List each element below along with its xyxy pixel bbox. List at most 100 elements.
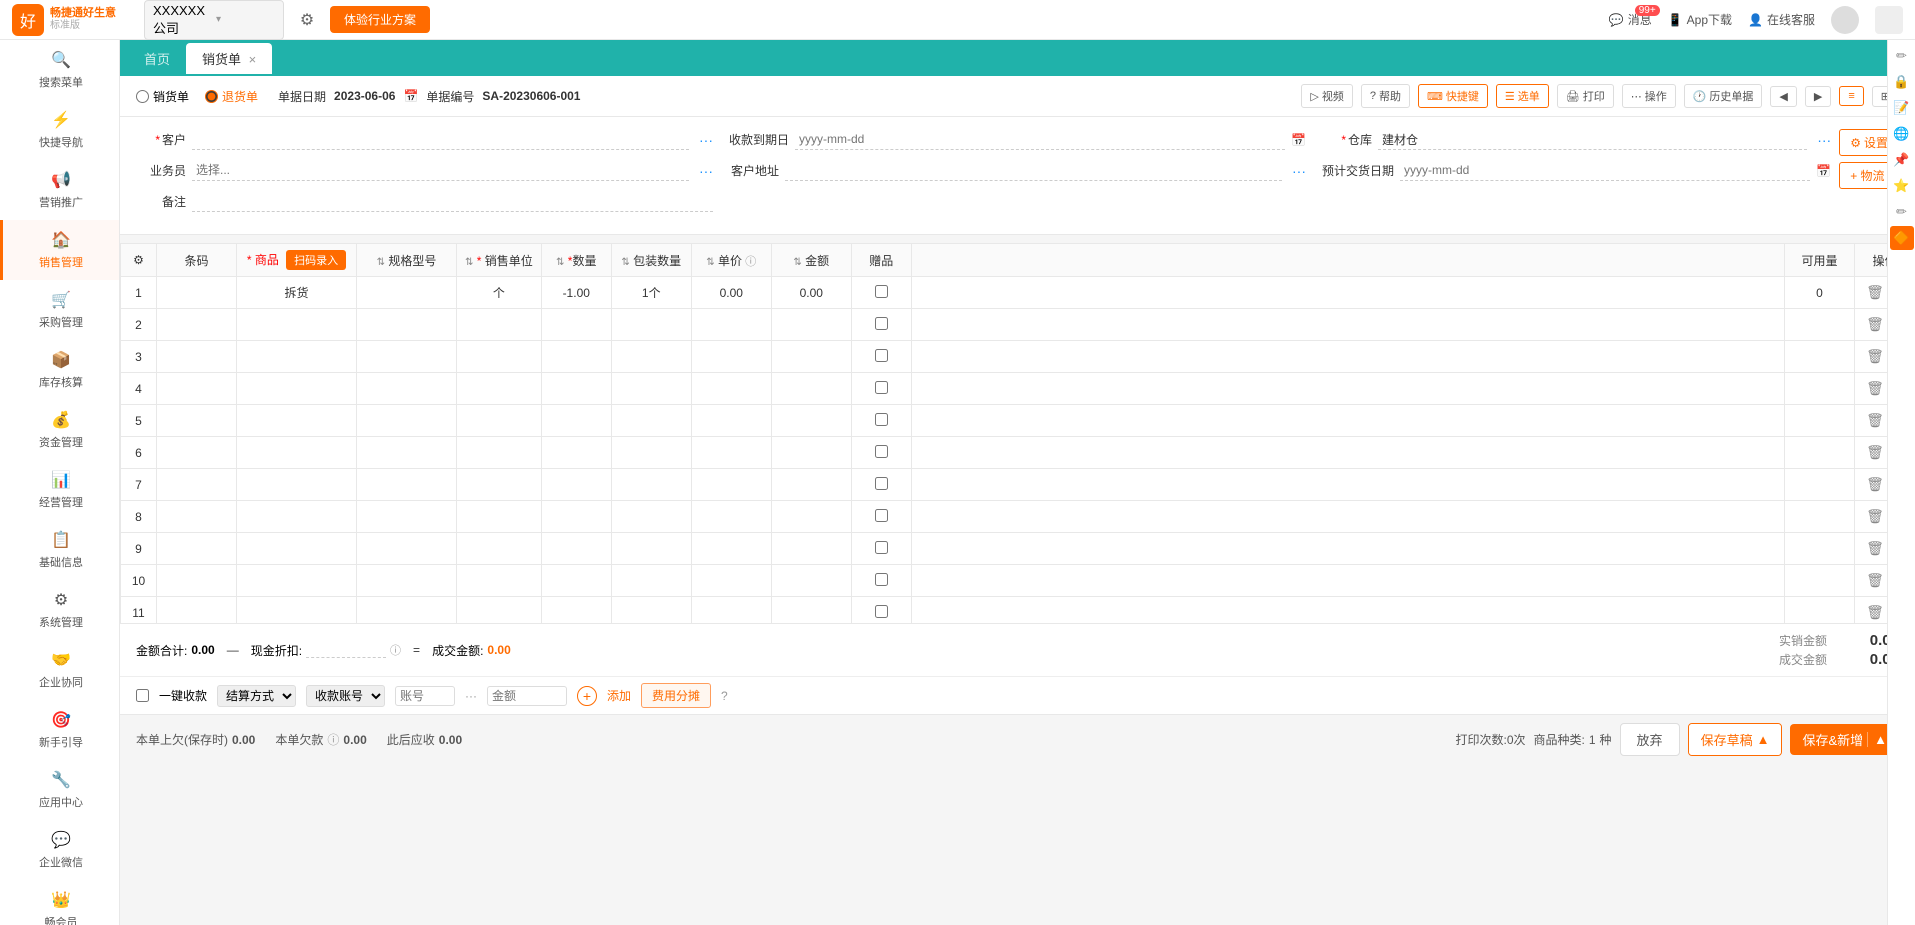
row-unit[interactable] [457,373,542,405]
salesman-picker-icon[interactable]: ··· [699,163,713,179]
toolbar-shortcut[interactable]: ⌨ 快捷键 [1418,84,1488,108]
row-product[interactable] [237,565,357,597]
sidebar-item-operation[interactable]: 📊 经营管理 [0,460,119,520]
row-qty[interactable]: -1.00 [541,277,611,309]
th-config[interactable]: ⚙ [121,244,157,277]
add-payment-btn[interactable]: + [577,686,597,706]
warehouse-picker-icon[interactable]: ··· [1817,132,1831,148]
row-barcode[interactable] [157,277,237,309]
sidebar-item-guide[interactable]: 🎯 新手引导 [0,700,119,760]
row-gift[interactable] [851,565,911,597]
toolbar-history[interactable]: 🕐 历史单据 [1684,84,1763,108]
draft-btn[interactable]: 保存草稿 ▲ [1689,724,1782,755]
row-unit[interactable]: 个 [457,277,542,309]
toolbar-help[interactable]: ? 帮助 [1361,84,1410,108]
row-qty[interactable] [541,565,611,597]
row-product[interactable] [237,341,357,373]
row-barcode[interactable] [157,469,237,501]
user-menu[interactable] [1875,6,1903,34]
address-picker-icon[interactable]: ··· [1292,163,1306,179]
tab-close-icon[interactable]: × [249,52,257,67]
row-qty[interactable] [541,501,611,533]
sidebar-item-purchase[interactable]: 🛒 采购管理 [0,280,119,340]
row-pkg[interactable] [611,597,691,624]
row-qty[interactable] [541,533,611,565]
row-amount[interactable] [771,373,851,405]
row-product[interactable] [237,501,357,533]
account-number-input[interactable] [395,686,455,706]
row-gift[interactable] [851,341,911,373]
row-pkg[interactable] [611,341,691,373]
right-panel-btn-1[interactable]: ✏ [1890,44,1914,68]
row-unit[interactable] [457,437,542,469]
sidebar-item-appstore[interactable]: 🔧 应用中心 [0,760,119,820]
online-support-button[interactable]: 👤 在线客服 [1748,11,1815,28]
settings-icon[interactable]: ⚙ [292,5,322,35]
radio-sale[interactable]: 销货单 [136,88,189,105]
row-gift[interactable] [851,501,911,533]
tab-sale-order[interactable]: 销货单 × [186,43,272,74]
account-select[interactable]: 收款账号 [306,685,385,707]
row-pkg[interactable] [611,565,691,597]
sidebar-item-wechat[interactable]: 💬 企业微信 [0,820,119,880]
row-price[interactable] [691,565,771,597]
row-gift[interactable] [851,309,911,341]
radio-return[interactable]: 退货单 [205,88,258,105]
sidebar-item-quick-nav[interactable]: ⚡ 快捷导航 [0,100,119,160]
avatar[interactable] [1831,6,1859,34]
right-panel-btn-7[interactable]: ✏ [1890,200,1914,224]
row-pkg[interactable] [611,309,691,341]
radio-sale-input[interactable] [136,90,149,103]
notes-input[interactable] [192,191,713,212]
sidebar-item-finance[interactable]: 💰 资金管理 [0,400,119,460]
row-product[interactable] [237,469,357,501]
row-spec[interactable] [357,437,457,469]
row-pkg[interactable]: 1个 [611,277,691,309]
calendar-icon[interactable]: 📅 [403,89,418,103]
row-spec[interactable] [357,373,457,405]
delete-row-icon[interactable]: 🗑 [1866,284,1884,300]
row-barcode[interactable] [157,597,237,624]
row-price[interactable] [691,501,771,533]
row-spec[interactable] [357,469,457,501]
row-gift[interactable] [851,437,911,469]
expense-split-btn[interactable]: 费用分摊 [641,683,711,708]
customer-input[interactable] [192,129,689,150]
row-price[interactable] [691,373,771,405]
row-unit[interactable] [457,533,542,565]
row-price[interactable] [691,437,771,469]
row-unit[interactable] [457,309,542,341]
delete-row-icon[interactable]: 🗑 [1866,476,1884,492]
save-new-btn[interactable]: 保存&新增 ▲ [1790,724,1899,755]
row-pkg[interactable] [611,469,691,501]
settlement-select[interactable]: 结算方式 [217,685,296,707]
payment-amount-input[interactable] [487,686,567,706]
message-button[interactable]: 💬 消息 99+ [1609,11,1652,28]
delete-row-icon[interactable]: 🗑 [1866,540,1884,556]
row-qty[interactable] [541,373,611,405]
warehouse-input[interactable] [1378,129,1807,150]
toolbar-video[interactable]: ▷ 视频 [1301,84,1352,108]
tab-home[interactable]: 首页 [128,43,186,74]
row-product[interactable] [237,437,357,469]
row-price[interactable] [691,341,771,373]
row-amount[interactable] [771,469,851,501]
row-product[interactable] [237,309,357,341]
row-unit[interactable] [457,565,542,597]
row-price[interactable] [691,469,771,501]
account-picker-icon[interactable]: ··· [465,689,477,703]
toolbar-operate[interactable]: ⋯ 操作 [1622,84,1676,108]
row-amount[interactable] [771,437,851,469]
row-qty[interactable] [541,437,611,469]
row-product[interactable] [237,533,357,565]
sidebar-item-sales[interactable]: 🏠 销售管理 [0,220,119,280]
toolbar-print[interactable]: 🖨 打印 [1557,84,1614,108]
row-barcode[interactable] [157,437,237,469]
row-spec[interactable] [357,405,457,437]
delete-row-icon[interactable]: 🗑 [1866,412,1884,428]
right-panel-btn-8[interactable]: 🔶 [1890,226,1914,250]
row-unit[interactable] [457,597,542,624]
sidebar-item-inventory[interactable]: 📦 库存核算 [0,340,119,400]
delete-row-icon[interactable]: 🗑 [1866,380,1884,396]
row-spec[interactable] [357,341,457,373]
